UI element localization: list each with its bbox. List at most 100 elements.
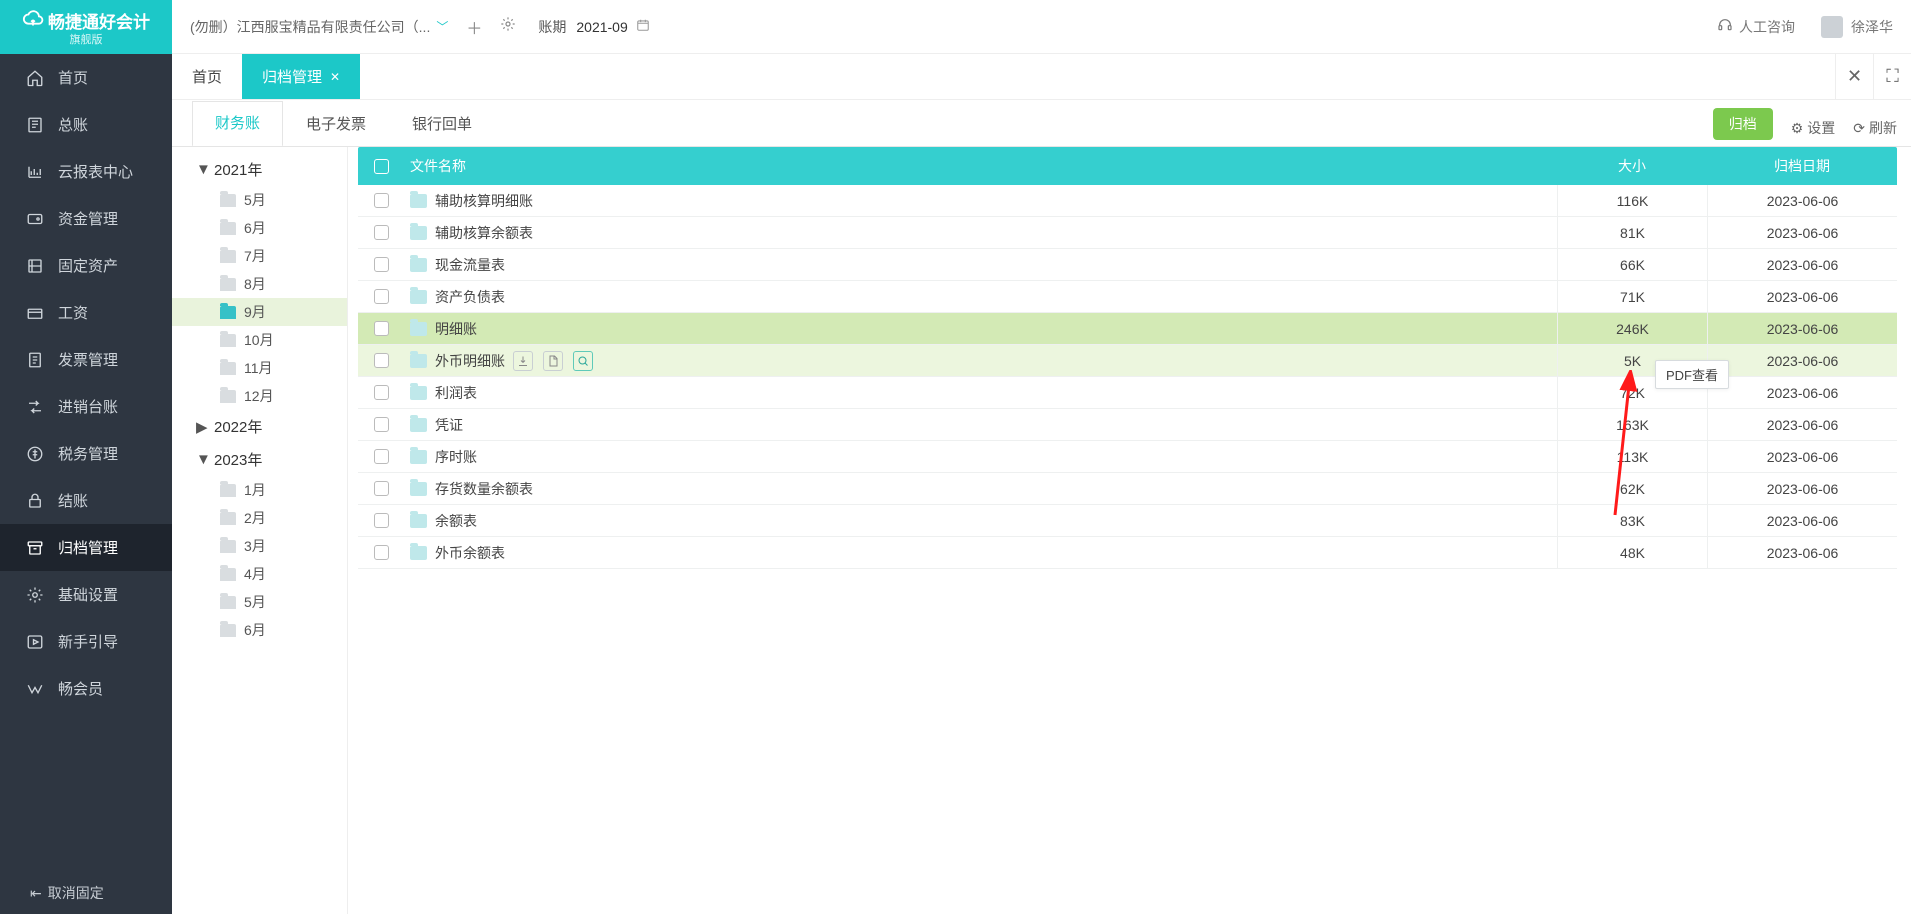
row-checkbox[interactable]	[374, 385, 389, 400]
file-name: 外币明细账	[435, 351, 505, 371]
tree-month[interactable]: 5月	[172, 186, 347, 214]
sidebar-item-ledger[interactable]: 总账	[0, 101, 172, 148]
refresh-button[interactable]: ⟳刷新	[1853, 118, 1897, 138]
subtab-einvoice[interactable]: 电子发票	[283, 102, 389, 146]
sub-tabs-row: 财务账 电子发票 银行回单 归档 ⚙设置 ⟳刷新	[172, 100, 1911, 146]
folder-icon	[220, 306, 236, 319]
unpin-icon: ⇤	[30, 885, 42, 902]
sidebar-item-home[interactable]: 首页	[0, 54, 172, 101]
tree-month[interactable]: 4月	[172, 560, 347, 588]
tree-month[interactable]: 12月	[172, 382, 347, 410]
tree-month[interactable]: 11月	[172, 354, 347, 382]
tab-expand-button[interactable]: ⛶	[1873, 54, 1911, 99]
row-checkbox[interactable]	[374, 513, 389, 528]
sidebar-item-tax[interactable]: 税务管理	[0, 430, 172, 477]
pdf-view-icon[interactable]	[573, 351, 593, 371]
row-checkbox[interactable]	[374, 193, 389, 208]
table-row[interactable]: 凭证 163K 2023-06-06	[358, 409, 1897, 441]
row-checkbox[interactable]	[374, 321, 389, 336]
table-row[interactable]: 辅助核算明细账 116K 2023-06-06	[358, 185, 1897, 217]
sidebar-item-invoice[interactable]: 发票管理	[0, 336, 172, 383]
file-name: 外币余额表	[435, 543, 505, 563]
table-row[interactable]: 辅助核算余额表 81K 2023-06-06	[358, 217, 1897, 249]
sidebar-item-settings[interactable]: 基础设置	[0, 571, 172, 618]
sidebar-item-inout[interactable]: 进销台账	[0, 383, 172, 430]
sidebar-item-assets[interactable]: 固定资产	[0, 242, 172, 289]
table-row[interactable]: 明细账 246K 2023-06-06	[358, 313, 1897, 345]
tree-month[interactable]: 6月	[172, 616, 347, 644]
row-checkbox[interactable]	[374, 545, 389, 560]
row-checkbox[interactable]	[374, 257, 389, 272]
row-checkbox[interactable]	[374, 481, 389, 496]
folder-icon	[410, 514, 427, 528]
tree-month[interactable]: 1月	[172, 476, 347, 504]
sidebar-item-funds[interactable]: 资金管理	[0, 195, 172, 242]
file-icon[interactable]	[543, 351, 563, 371]
row-checkbox[interactable]	[374, 289, 389, 304]
tab-close-button[interactable]: ✕	[1835, 54, 1873, 99]
subtab-bankreceipt[interactable]: 银行回单	[389, 102, 495, 146]
close-icon[interactable]: ✕	[330, 70, 340, 84]
file-size: 66K	[1557, 249, 1707, 280]
settings-button[interactable]: ⚙设置	[1791, 118, 1836, 138]
row-checkbox[interactable]	[374, 417, 389, 432]
folder-icon	[220, 362, 236, 375]
folder-icon	[410, 450, 427, 464]
sidebar-item-guide[interactable]: 新手引导	[0, 618, 172, 665]
sidebar-item-archive[interactable]: 归档管理	[0, 524, 172, 571]
sidebar-item-label: 资金管理	[58, 208, 118, 229]
folder-icon	[220, 540, 236, 553]
sidebar-item-reports[interactable]: 云报表中心	[0, 148, 172, 195]
sidebar-item-close[interactable]: 结账	[0, 477, 172, 524]
period-value[interactable]: 2021-09	[576, 19, 627, 35]
invoice-icon	[26, 351, 44, 369]
tree-month[interactable]: 10月	[172, 326, 347, 354]
human-consult[interactable]: 人工咨询	[1717, 17, 1795, 37]
table-row[interactable]: 外币余额表 48K 2023-06-06	[358, 537, 1897, 569]
col-name: 文件名称	[404, 156, 1557, 176]
table-row[interactable]: 资产负债表 71K 2023-06-06	[358, 281, 1897, 313]
tree-year-2023[interactable]: ▼2023年	[172, 443, 347, 476]
tab-archive[interactable]: 归档管理 ✕	[242, 54, 360, 99]
subtab-finance[interactable]: 财务账	[192, 101, 283, 147]
add-button[interactable]: ＋	[466, 15, 482, 39]
row-checkbox[interactable]	[374, 449, 389, 464]
table-row[interactable]: 现金流量表 66K 2023-06-06	[358, 249, 1897, 281]
company-selector[interactable]: (勿删）江西服宝精品有限责任公司（...	[190, 17, 430, 37]
file-size: 246K	[1557, 313, 1707, 344]
tree-month[interactable]: 3月	[172, 532, 347, 560]
tab-home[interactable]: 首页	[172, 54, 242, 99]
download-icon[interactable]	[513, 351, 533, 371]
tree-year-2021[interactable]: ▼2021年	[172, 153, 347, 186]
calendar-icon[interactable]	[636, 18, 650, 35]
tree-month[interactable]: 5月	[172, 588, 347, 616]
unpin-sidebar[interactable]: ⇤ 取消固定	[0, 872, 172, 914]
sidebar-item-vip[interactable]: 畅会员	[0, 665, 172, 712]
sidebar-item-salary[interactable]: 工资	[0, 289, 172, 336]
archive-button[interactable]: 归档	[1713, 108, 1773, 140]
chevron-down-icon[interactable]: ﹀	[436, 18, 448, 35]
col-date: 归档日期	[1707, 156, 1897, 176]
select-all-checkbox[interactable]	[374, 159, 389, 174]
tree-month-label: 11月	[244, 358, 273, 378]
file-date: 2023-06-06	[1707, 441, 1897, 472]
tree-month-selected[interactable]: 9月	[172, 298, 347, 326]
row-checkbox[interactable]	[374, 225, 389, 240]
tree-month[interactable]: 6月	[172, 214, 347, 242]
tree-month-label: 4月	[244, 564, 266, 584]
tree-month[interactable]: 8月	[172, 270, 347, 298]
user-menu[interactable]: 徐泽华	[1821, 16, 1893, 38]
tab-label: 首页	[192, 66, 222, 87]
tree-month[interactable]: 2月	[172, 504, 347, 532]
tree-month[interactable]: 7月	[172, 242, 347, 270]
table-row[interactable]: 余额表 83K 2023-06-06	[358, 505, 1897, 537]
table-row[interactable]: 序时账 113K 2023-06-06	[358, 441, 1897, 473]
caret-right-icon: ▶	[196, 418, 206, 436]
row-checkbox[interactable]	[374, 353, 389, 368]
sidebar-item-label: 工资	[58, 302, 88, 323]
settings-icon[interactable]	[500, 16, 516, 37]
brand: 畅捷通好会计 旗舰版	[0, 0, 172, 54]
table-row[interactable]: 存货数量余额表 62K 2023-06-06	[358, 473, 1897, 505]
file-name: 序时账	[435, 447, 477, 467]
tree-year-2022[interactable]: ▶2022年	[172, 410, 347, 443]
